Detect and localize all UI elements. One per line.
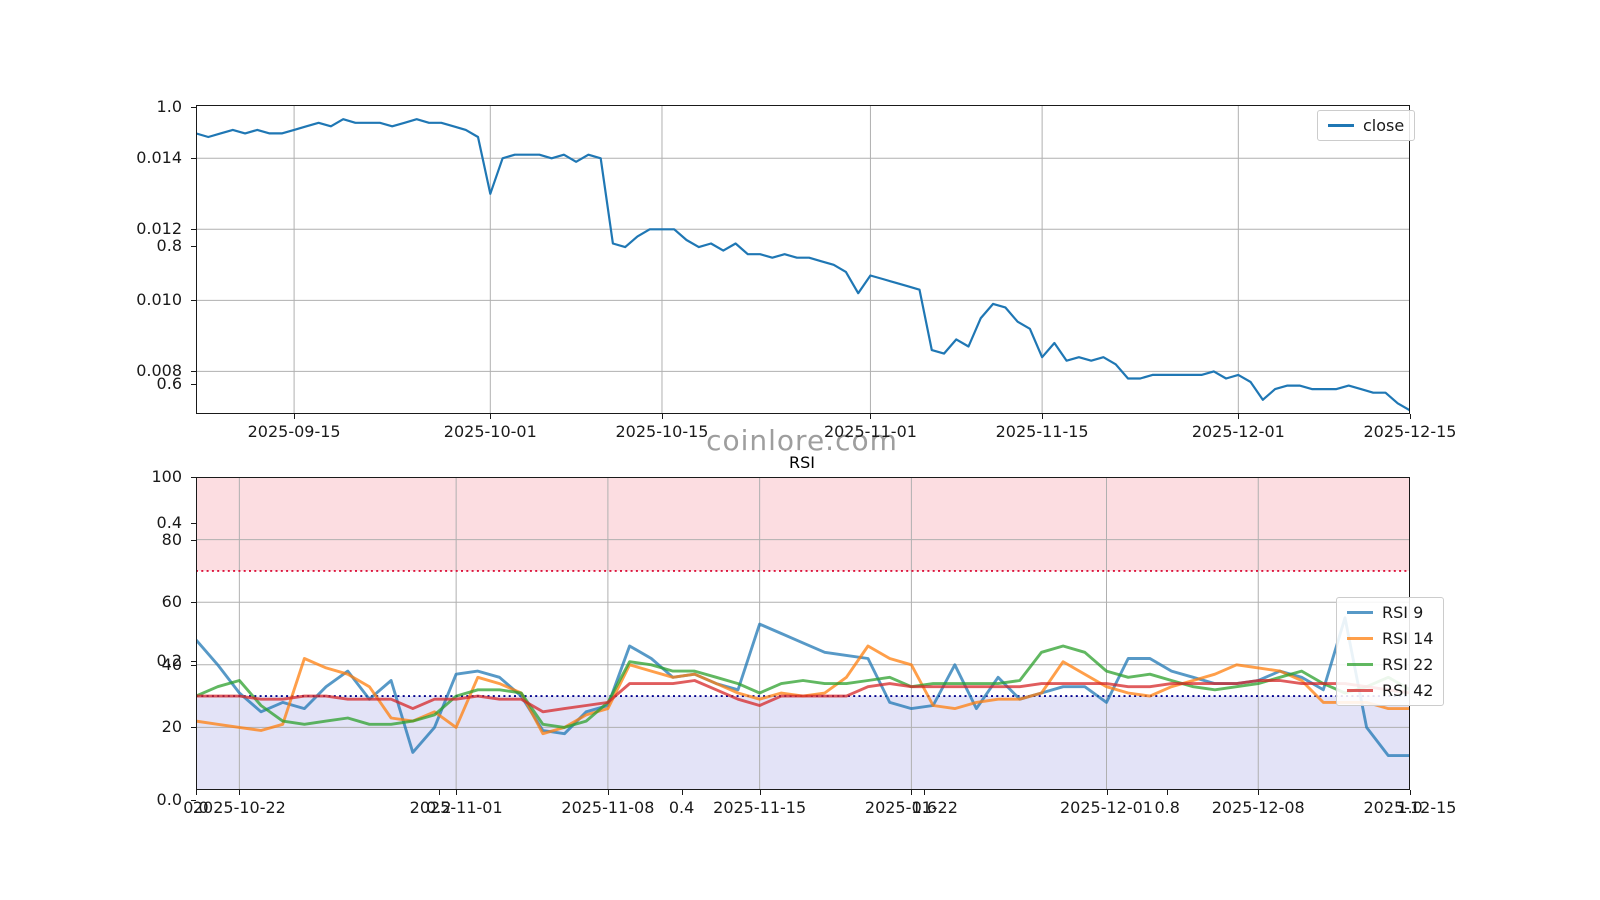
overlay-y-tick — [191, 384, 196, 386]
price-y-tick — [191, 229, 196, 231]
price-y-tick-label: 0.010 — [136, 290, 182, 310]
legend-item-rsi-42: RSI 42 — [1347, 681, 1433, 700]
rsi-y-tick-label: 80 — [161, 529, 182, 549]
price-x-tick — [661, 414, 663, 419]
overlay-y-tick — [191, 245, 196, 247]
rsi-chart-svg — [196, 477, 1410, 790]
overlay-x-tick-label: 0.2 — [426, 798, 452, 817]
overlay-x-tick — [1167, 790, 1169, 795]
overlay-y-tick-label: 1.0 — [156, 97, 182, 116]
overlay-x-tick-label: 0.0 — [183, 798, 209, 817]
price-x-tick — [870, 414, 872, 419]
rsi-y-tick-label: 20 — [161, 717, 182, 737]
price-y-tick — [191, 300, 196, 302]
rsi-9-line-swatch — [1347, 611, 1373, 614]
figure: coinlore.com RSI close RSI 9 RSI 14 RSI … — [0, 0, 1600, 900]
overlay-x-tick-label: 0.6 — [911, 798, 938, 817]
rsi-y-tick — [191, 477, 196, 478]
overlay-x-tick — [438, 790, 440, 795]
rsi-y-tick — [191, 727, 196, 729]
price-x-tick-label: 2025-09-15 — [247, 422, 341, 441]
rsi-x-tick — [239, 790, 241, 795]
overlay-y-tick — [191, 661, 196, 663]
rsi-y-tick — [191, 664, 196, 666]
overlay-x-tick-label: 0.4 — [668, 798, 695, 817]
rsi-y-tick-label: 60 — [161, 592, 182, 612]
overlay-x-tick-label: 0.8 — [1154, 798, 1180, 817]
rsi-x-tick — [1258, 790, 1260, 795]
overlay-x-tick — [196, 790, 197, 795]
rsi-y-tick — [191, 602, 196, 604]
rsi-x-tick — [759, 790, 761, 795]
legend-item-rsi-14: RSI 14 — [1347, 629, 1433, 648]
rsi-x-tick — [1106, 790, 1108, 795]
overlay-y-tick-label: 0.4 — [156, 512, 182, 532]
rsi-chart-title: RSI — [789, 453, 815, 472]
rsi-x-tick — [607, 790, 609, 795]
price-x-tick-label: 2025-12-15 — [1363, 422, 1457, 441]
rsi-9-legend-label: RSI 9 — [1382, 603, 1424, 622]
price-x-tick-label: 2025-12-01 — [1191, 422, 1285, 441]
rsi-y-tick — [191, 539, 196, 541]
price-y-tick — [191, 158, 196, 160]
rsi-y-tick-label: 100 — [151, 467, 182, 486]
price-x-tick — [490, 414, 492, 419]
overlay-x-tick-label: 1.0 — [1397, 798, 1423, 817]
price-x-tick — [1410, 414, 1411, 419]
overlay-x-tick — [681, 790, 683, 795]
price-x-tick — [1238, 414, 1240, 419]
price-x-tick-label: 2025-10-15 — [615, 422, 709, 441]
overlay-y-tick — [191, 107, 196, 108]
price-x-tick-label: 2025-10-01 — [443, 422, 537, 441]
overlay-x-tick — [1410, 790, 1411, 795]
price-x-tick-label: 2025-11-01 — [823, 422, 917, 441]
rsi-22-legend-label: RSI 22 — [1382, 655, 1434, 674]
price-chart-svg — [196, 105, 1410, 414]
price-y-tick-label: 0.014 — [136, 148, 182, 168]
rsi-14-line-swatch — [1347, 637, 1373, 640]
overlay-y-tick — [191, 522, 196, 524]
overlay-y-tick-label: 0.2 — [156, 651, 182, 671]
rsi-42-legend-label: RSI 42 — [1382, 681, 1434, 700]
legend-item-rsi-22: RSI 22 — [1347, 655, 1433, 674]
rsi-x-tick — [456, 790, 458, 795]
rsi-x-tick — [911, 790, 913, 795]
rsi-14-legend-label: RSI 14 — [1382, 629, 1434, 648]
rsi-legend: RSI 9 RSI 14 RSI 22 RSI 42 — [1336, 597, 1445, 706]
price-x-tick — [1042, 414, 1044, 419]
price-y-tick — [191, 371, 196, 373]
legend-item-close: close — [1328, 116, 1404, 135]
overlay-y-tick-label: 0.8 — [156, 235, 182, 255]
overlay-y-tick-label: 0.6 — [156, 374, 182, 394]
price-x-tick — [294, 414, 296, 419]
price-legend: close — [1317, 110, 1416, 141]
rsi-42-line-swatch — [1347, 689, 1373, 692]
overlay-x-tick — [924, 790, 926, 795]
price-x-tick-label: 2025-11-15 — [995, 422, 1089, 441]
legend-item-rsi-9: RSI 9 — [1347, 603, 1433, 622]
rsi-22-line-swatch — [1347, 663, 1373, 666]
close-line-swatch — [1328, 124, 1354, 127]
price-legend-label: close — [1363, 116, 1405, 135]
